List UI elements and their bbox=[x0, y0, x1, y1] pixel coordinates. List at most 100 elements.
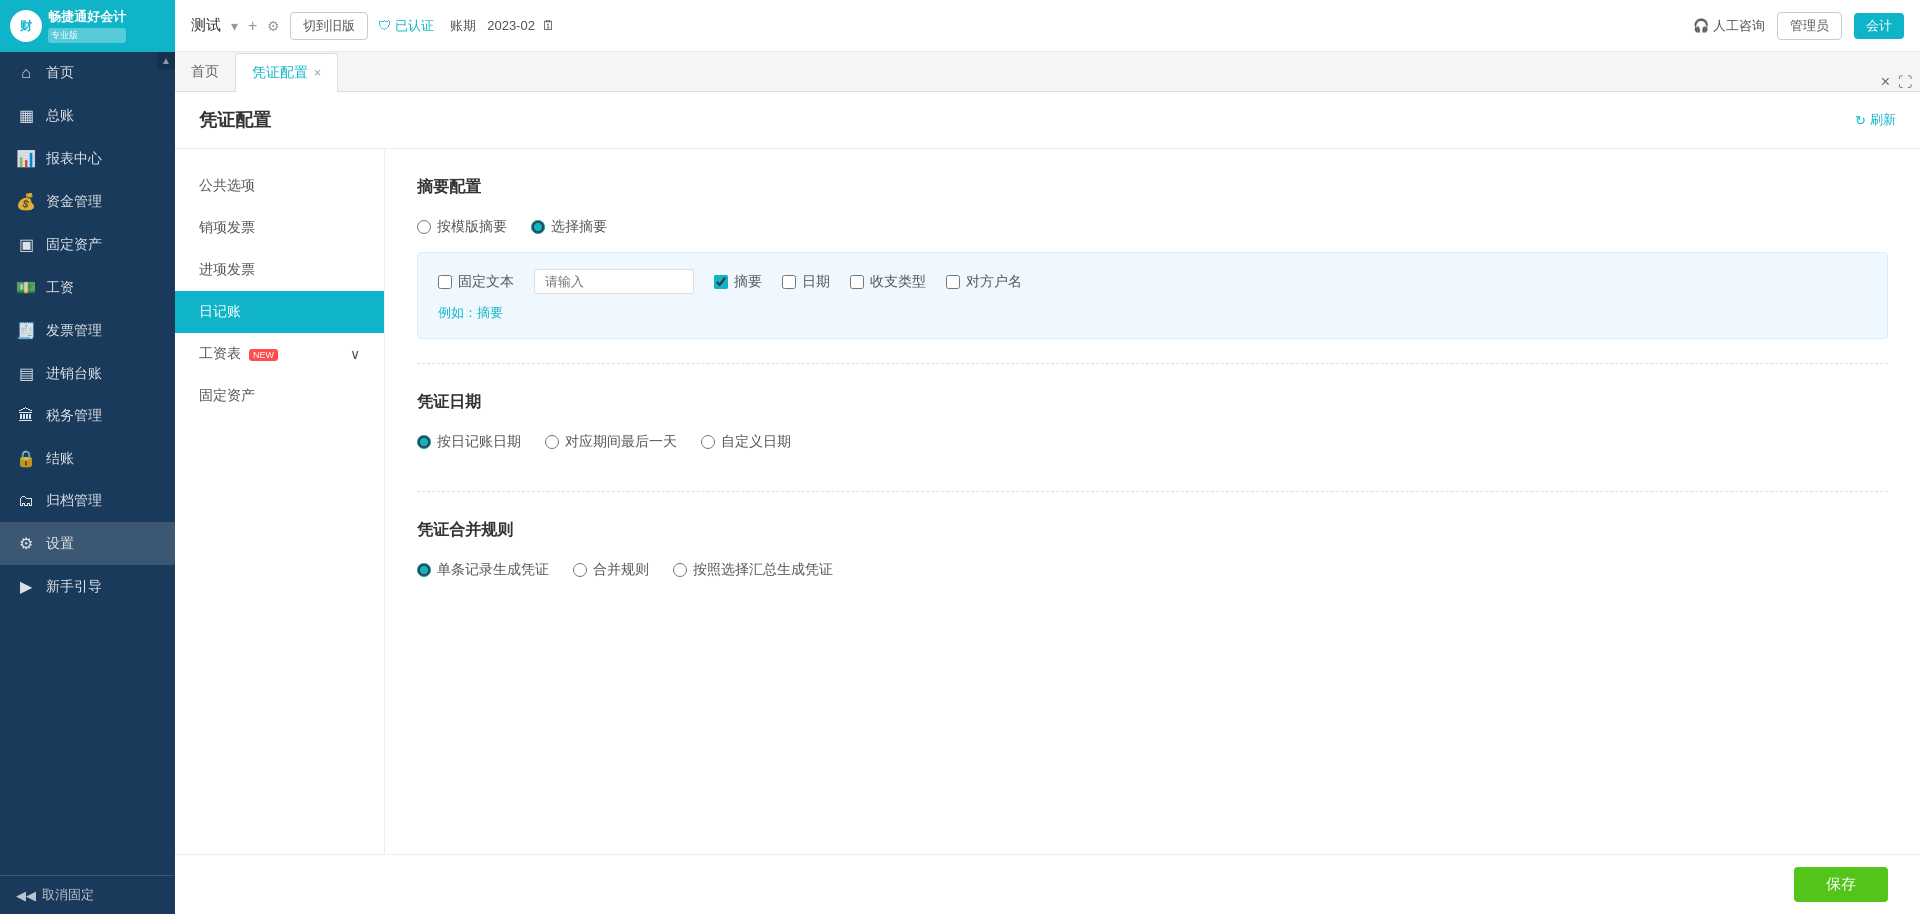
abstract-checkbox[interactable] bbox=[714, 275, 728, 289]
merge-summary-radio[interactable] bbox=[673, 563, 687, 577]
date-custom-option[interactable]: 自定义日期 bbox=[701, 433, 791, 451]
merge-single-radio[interactable] bbox=[417, 563, 431, 577]
abstract-select-radio[interactable] bbox=[531, 220, 545, 234]
fixed-assets-icon: ▣ bbox=[16, 235, 36, 254]
abstract-checkbox-label: 摘要 bbox=[734, 273, 762, 291]
sidebar-item-invoice-management[interactable]: 🧾 发票管理 bbox=[0, 309, 175, 352]
sidebar-item-settings[interactable]: ⚙ 设置 bbox=[0, 522, 175, 565]
topbar-right: 🎧 人工咨询 管理员 会计 bbox=[1693, 12, 1904, 40]
accountant-button[interactable]: 会计 bbox=[1854, 13, 1904, 39]
counterparty-checkbox-option[interactable]: 对方户名 bbox=[946, 273, 1022, 291]
app-edition: 专业版 bbox=[48, 28, 126, 43]
inner-layout: 公共选项 销项发票 进项发票 日记账 工资表 NEW bbox=[175, 149, 1920, 854]
config-area: 摘要配置 按模版摘要 选择摘要 bbox=[385, 149, 1920, 854]
left-nav-sales-invoice[interactable]: 销项发票 bbox=[175, 207, 384, 249]
merge-summary-label: 按照选择汇总生成凭证 bbox=[693, 561, 833, 579]
merge-summary-option[interactable]: 按照选择汇总生成凭证 bbox=[673, 561, 833, 579]
date-journal-label: 按日记账日期 bbox=[437, 433, 521, 451]
left-nav-public[interactable]: 公共选项 bbox=[175, 165, 384, 207]
abstract-section-title: 摘要配置 bbox=[417, 177, 1888, 198]
merge-single-option[interactable]: 单条记录生成凭证 bbox=[417, 561, 549, 579]
merge-single-label: 单条记录生成凭证 bbox=[437, 561, 549, 579]
merge-section-title: 凭证合并规则 bbox=[417, 520, 1888, 541]
beginner-icon: ▶ bbox=[16, 577, 36, 596]
date-last-day-option[interactable]: 对应期间最后一天 bbox=[545, 433, 677, 451]
left-nav-fixed-assets[interactable]: 固定资产 bbox=[175, 375, 384, 417]
tab-voucher-config[interactable]: 凭证配置 × bbox=[235, 53, 338, 92]
tabbar-actions: × ⛶ bbox=[1881, 73, 1920, 91]
sidebar-item-purchase-sales[interactable]: ▤ 进销台账 bbox=[0, 352, 175, 395]
date-checkbox[interactable] bbox=[782, 275, 796, 289]
abstract-example: 例如：摘要 bbox=[438, 304, 1867, 322]
date-checkbox-option[interactable]: 日期 bbox=[782, 273, 830, 291]
workspace-title: 测试 bbox=[191, 16, 221, 35]
left-nav-payroll-table-label: 工资表 NEW bbox=[199, 345, 278, 363]
save-button[interactable]: 保存 bbox=[1794, 867, 1888, 902]
tabbar-close-button[interactable]: × bbox=[1881, 73, 1890, 91]
date-journal-option[interactable]: 按日记账日期 bbox=[417, 433, 521, 451]
close-accounts-icon: 🔒 bbox=[16, 449, 36, 468]
left-nav-payroll-table[interactable]: 工资表 NEW ∨ bbox=[175, 333, 384, 375]
merge-rules-label: 合并规则 bbox=[593, 561, 649, 579]
manager-button[interactable]: 管理员 bbox=[1777, 12, 1842, 40]
tabbar: 首页 凭证配置 × × ⛶ bbox=[175, 52, 1920, 92]
headset-icon: 🎧 bbox=[1693, 18, 1709, 33]
left-nav-purchase-invoice[interactable]: 进项发票 bbox=[175, 249, 384, 291]
sidebar: 财 畅捷通好会计 专业版 ▲ ⌂ 首页 ▦ 总账 📊 报表中心 💰 资金管理 ▣… bbox=[0, 0, 175, 914]
merge-rules-option[interactable]: 合并规则 bbox=[573, 561, 649, 579]
income-type-checkbox-option[interactable]: 收支类型 bbox=[850, 273, 926, 291]
tab-home[interactable]: 首页 bbox=[175, 52, 235, 91]
sidebar-item-close-accounts[interactable]: 🔒 结账 bbox=[0, 437, 175, 480]
abstract-template-option[interactable]: 按模版摘要 bbox=[417, 218, 507, 236]
consult-button[interactable]: 🎧 人工咨询 bbox=[1693, 17, 1765, 35]
income-type-checkbox[interactable] bbox=[850, 275, 864, 289]
merge-rules-radio[interactable] bbox=[573, 563, 587, 577]
date-last-day-radio[interactable] bbox=[545, 435, 559, 449]
sidebar-item-home[interactable]: ⌂ 首页 bbox=[0, 52, 175, 94]
sidebar-item-payroll[interactable]: 💵 工资 bbox=[0, 266, 175, 309]
left-nav-journal[interactable]: 日记账 bbox=[175, 291, 384, 333]
report-icon: 📊 bbox=[16, 149, 36, 168]
sidebar-item-label: 结账 bbox=[46, 450, 74, 468]
sidebar-item-archive-management[interactable]: 🗂 归档管理 bbox=[0, 480, 175, 522]
topbar: 测试 ▾ + ⚙ 切到旧版 🛡 已认证 账期 2023-02 🗓 🎧 人工咨询 … bbox=[175, 0, 1920, 52]
sidebar-item-label: 归档管理 bbox=[46, 492, 102, 510]
payroll-icon: 💵 bbox=[16, 278, 36, 297]
fixed-text-option[interactable]: 固定文本 bbox=[438, 273, 514, 291]
counterparty-checkbox[interactable] bbox=[946, 275, 960, 289]
fixed-text-checkbox[interactable] bbox=[438, 275, 452, 289]
sidebar-item-label: 新手引导 bbox=[46, 578, 102, 596]
date-journal-radio[interactable] bbox=[417, 435, 431, 449]
sidebar-item-report-center[interactable]: 📊 报表中心 bbox=[0, 137, 175, 180]
main-area: 测试 ▾ + ⚙ 切到旧版 🛡 已认证 账期 2023-02 🗓 🎧 人工咨询 … bbox=[175, 0, 1920, 914]
tax-icon: 🏛 bbox=[16, 407, 36, 425]
logo-text-block: 畅捷通好会计 专业版 bbox=[48, 9, 126, 43]
refresh-button[interactable]: ↻ 刷新 bbox=[1855, 111, 1896, 129]
switch-old-version-button[interactable]: 切到旧版 bbox=[290, 12, 368, 40]
sidebar-item-label: 发票管理 bbox=[46, 322, 102, 340]
sidebar-item-tax-management[interactable]: 🏛 税务管理 bbox=[0, 395, 175, 437]
sidebar-item-ledger[interactable]: ▦ 总账 bbox=[0, 94, 175, 137]
refresh-label: 刷新 bbox=[1870, 111, 1896, 129]
add-workspace-button[interactable]: + bbox=[248, 17, 257, 35]
sidebar-item-beginner-guide[interactable]: ▶ 新手引导 bbox=[0, 565, 175, 608]
tab-close-icon[interactable]: × bbox=[314, 66, 321, 80]
ledger-icon: ▦ bbox=[16, 106, 36, 125]
sidebar-item-fund-management[interactable]: 💰 资金管理 bbox=[0, 180, 175, 223]
tabbar-expand-button[interactable]: ⛶ bbox=[1898, 74, 1912, 90]
abstract-detail-row: 固定文本 摘要 日期 bbox=[438, 269, 1867, 294]
abstract-checkbox-option[interactable]: 摘要 bbox=[714, 273, 762, 291]
abstract-template-label: 按模版摘要 bbox=[437, 218, 507, 236]
archive-icon: 🗂 bbox=[16, 492, 36, 510]
abstract-template-radio[interactable] bbox=[417, 220, 431, 234]
invoice-icon: 🧾 bbox=[16, 321, 36, 340]
sidebar-item-fixed-assets[interactable]: ▣ 固定资产 bbox=[0, 223, 175, 266]
settings-gear-icon[interactable]: ⚙ bbox=[267, 18, 280, 34]
fixed-text-input[interactable] bbox=[534, 269, 694, 294]
scroll-up-icon[interactable]: ▲ bbox=[158, 52, 174, 69]
cancel-fixed-button[interactable]: ◀◀ 取消固定 bbox=[0, 875, 175, 914]
workspace-dropdown-icon[interactable]: ▾ bbox=[231, 18, 238, 34]
abstract-select-option[interactable]: 选择摘要 bbox=[531, 218, 607, 236]
date-custom-radio[interactable] bbox=[701, 435, 715, 449]
content-wrapper: 凭证配置 ↻ 刷新 公共选项 销项发票 进项发票 bbox=[175, 92, 1920, 914]
